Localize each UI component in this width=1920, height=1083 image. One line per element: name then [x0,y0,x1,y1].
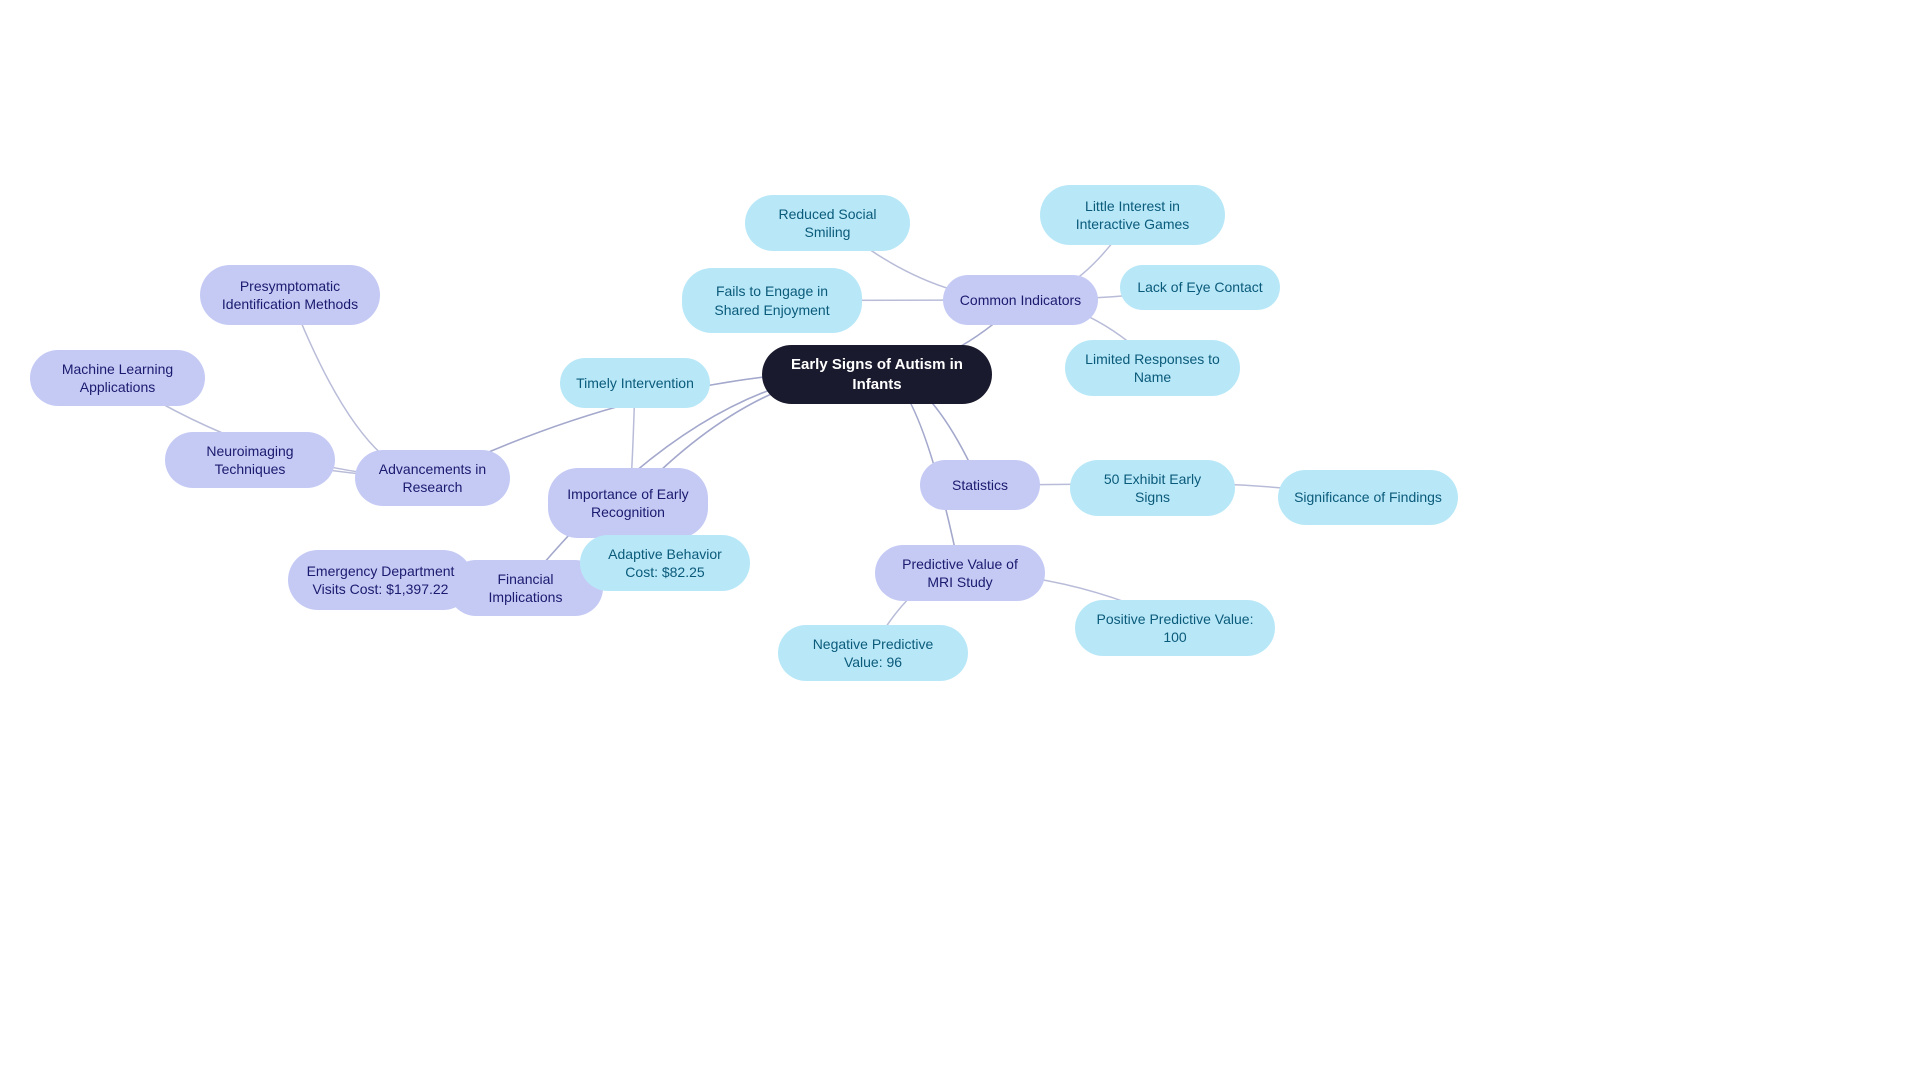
node-advancements[interactable]: Advancements in Research [355,450,510,506]
node-fails_engage[interactable]: Fails to Engage in Shared Enjoyment [682,268,862,333]
node-machine_learning[interactable]: Machine Learning Applications [30,350,205,406]
node-common_indicators[interactable]: Common Indicators [943,275,1098,325]
node-timely[interactable]: Timely Intervention [560,358,710,408]
node-neuroimaging[interactable]: Neuroimaging Techniques [165,432,335,488]
node-negative_predictive[interactable]: Negative Predictive Value: 96 [778,625,968,681]
node-presymptomatic[interactable]: Presymptomatic Identification Methods [200,265,380,325]
node-emergency_cost[interactable]: Emergency Department Visits Cost: $1,397… [288,550,473,610]
node-positive_predictive[interactable]: Positive Predictive Value: 100 [1075,600,1275,656]
node-significance[interactable]: Significance of Findings [1278,470,1458,525]
node-little_interest[interactable]: Little Interest in Interactive Games [1040,185,1225,245]
node-predictive[interactable]: Predictive Value of MRI Study [875,545,1045,601]
connections-svg [0,0,1920,1083]
node-lack_eye[interactable]: Lack of Eye Contact [1120,265,1280,310]
node-center[interactable]: Early Signs of Autism in Infants [762,345,992,404]
mindmap-container: Early Signs of Autism in Infants Importan… [0,0,1920,1083]
node-importance[interactable]: Importance of Early Recognition [548,468,708,538]
node-reduced_smiling[interactable]: Reduced Social Smiling [745,195,910,251]
node-statistics[interactable]: Statistics [920,460,1040,510]
node-adaptive_cost[interactable]: Adaptive Behavior Cost: $82.25 [580,535,750,591]
node-fifty_exhibit[interactable]: 50 Exhibit Early Signs [1070,460,1235,516]
node-limited_responses[interactable]: Limited Responses to Name [1065,340,1240,396]
